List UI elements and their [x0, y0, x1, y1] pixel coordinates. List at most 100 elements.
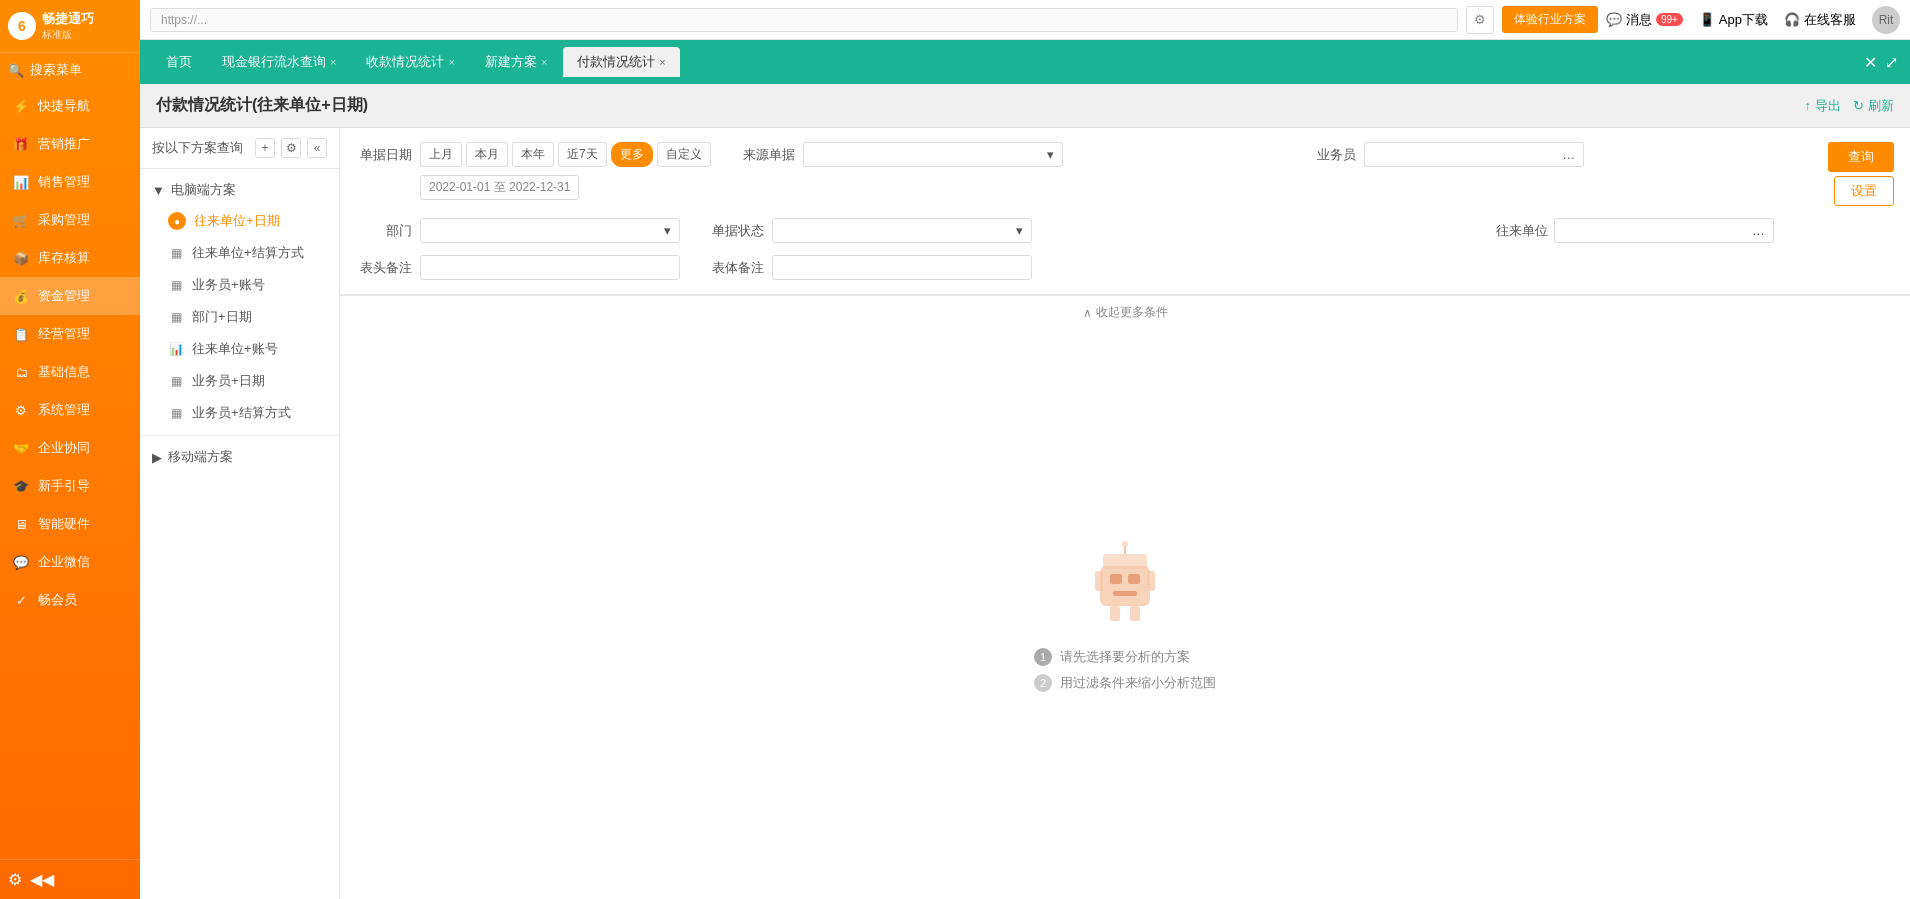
search-menu[interactable]: 🔍 搜索菜单	[0, 53, 140, 87]
sidebar-item-label: 系统管理	[38, 401, 90, 419]
scheme-settings-btn[interactable]: ⚙	[281, 138, 301, 158]
sidebar-item-purchase[interactable]: 🛒 采购管理	[0, 201, 140, 239]
collapse-scheme-btn[interactable]: «	[307, 138, 327, 158]
refresh-btn[interactable]: ↻ 刷新	[1853, 97, 1894, 115]
dept-select[interactable]: ▾	[420, 218, 680, 243]
tab-bank-flow[interactable]: 现金银行流水查询 ×	[208, 47, 350, 77]
date-7days-btn[interactable]: 近7天	[558, 142, 607, 167]
sidebar-item-hardware[interactable]: 🖥 智能硬件	[0, 505, 140, 543]
search-label: 搜索菜单	[30, 61, 82, 79]
scheme-partner-settlement[interactable]: ▦ 往来单位+结算方式	[140, 237, 339, 269]
sidebar-logo: 6 畅捷通巧 标准版	[0, 0, 140, 53]
sidebar-nav: ⚡ 快捷导航 🎁 营销推广 📊 销售管理 🛒 采购管理 📦 库存核算 💰 资金管…	[0, 87, 140, 859]
tab-receipt-close[interactable]: ×	[448, 56, 454, 68]
date-range-input[interactable]: 2022-01-01 至 2022-12-31	[420, 175, 579, 200]
logo-title: 畅捷通巧	[42, 10, 94, 28]
tab-bank-flow-close[interactable]: ×	[330, 56, 336, 68]
source-select[interactable]: ▾	[803, 142, 1063, 167]
message-icon: 💬	[1606, 12, 1622, 27]
sidebar-collapse-btn[interactable]: ◀◀	[30, 870, 54, 889]
online-service-btn[interactable]: 🎧 在线客服	[1784, 11, 1856, 29]
topbar-settings-btn[interactable]: ⚙	[1466, 6, 1494, 34]
date-last-month-btn[interactable]: 上月	[420, 142, 462, 167]
sidebar-item-inventory[interactable]: 📦 库存核算	[0, 239, 140, 277]
phone-icon: 📱	[1699, 12, 1715, 27]
scheme-salesperson-settlement[interactable]: ▦ 业务员+结算方式	[140, 397, 339, 429]
notifications-btn[interactable]: 💬 消息 99+	[1606, 11, 1683, 29]
desktop-section-title[interactable]: ▼ 电脑端方案	[140, 175, 339, 205]
sidebar-item-quick-nav[interactable]: ⚡ 快捷导航	[0, 87, 140, 125]
operation-icon: 📋	[12, 325, 30, 343]
address-bar[interactable]: https://...	[150, 8, 1458, 32]
empty-tip-2: 2 用过滤条件来缩小分析范围	[1034, 674, 1216, 692]
headset-icon: 🎧	[1784, 12, 1800, 27]
svg-rect-0	[1100, 566, 1150, 606]
date-custom-btn[interactable]: 自定义	[657, 142, 711, 167]
tab-receipt-stats[interactable]: 收款情况统计 ×	[352, 47, 468, 77]
close-tab-btn[interactable]: ✕	[1864, 53, 1877, 72]
scheme-panel-title: 按以下方案查询	[152, 139, 249, 157]
filter-settings-btn[interactable]: 设置	[1834, 176, 1894, 206]
sidebar-item-marketing[interactable]: 🎁 营销推广	[0, 125, 140, 163]
scheme-dept-date[interactable]: ▦ 部门+日期	[140, 301, 339, 333]
body-note-input[interactable]	[772, 255, 1032, 280]
user-avatar[interactable]: Rit	[1872, 6, 1900, 34]
sidebar-item-guide[interactable]: 🎓 新手引导	[0, 467, 140, 505]
sidebar: 6 畅捷通巧 标准版 🔍 搜索菜单 ⚡ 快捷导航 🎁 营销推广 📊 销售管理 🛒…	[0, 0, 140, 899]
svg-rect-7	[1130, 606, 1140, 621]
svg-rect-8	[1103, 554, 1147, 569]
refresh-icon: ↻	[1853, 98, 1864, 113]
scheme-partner-date[interactable]: ● 往来单位+日期	[140, 205, 339, 237]
try-industry-btn[interactable]: 体验行业方案	[1502, 6, 1598, 33]
sidebar-item-capital[interactable]: 💰 资金管理	[0, 277, 140, 315]
collapse-label: 收起更多条件	[1096, 304, 1168, 321]
sidebar-item-label: 经营管理	[38, 325, 90, 343]
tab-home-label: 首页	[166, 53, 192, 71]
scheme-salesperson-date[interactable]: ▦ 业务员+日期	[140, 365, 339, 397]
scheme-partner-account[interactable]: 📊 往来单位+账号	[140, 333, 339, 365]
mobile-section-title[interactable]: ▶ 移动端方案	[140, 442, 339, 472]
export-btn[interactable]: ↑ 导出	[1805, 97, 1842, 115]
maximize-btn[interactable]: ⤢	[1885, 53, 1898, 72]
sidebar-settings-btn[interactable]: ⚙	[8, 870, 22, 889]
scheme-salesperson-account[interactable]: ▦ 业务员+账号	[140, 269, 339, 301]
scheme-icon: ▦	[168, 373, 184, 389]
collapse-more-btn[interactable]: ∧ 收起更多条件	[340, 295, 1910, 329]
tab-home[interactable]: 首页	[152, 47, 206, 77]
sidebar-item-label: 智能硬件	[38, 515, 90, 533]
right-panel: 单据日期 上月 本月 本年 近7天 更多 自定义	[340, 128, 1910, 899]
sidebar-item-member[interactable]: ✓ 畅会员	[0, 581, 140, 619]
sidebar-item-label: 快捷导航	[38, 97, 90, 115]
tab-receipt-stats-label: 收款情况统计	[366, 53, 444, 71]
tip2-num: 2	[1034, 674, 1052, 692]
query-btn[interactable]: 查询	[1828, 142, 1894, 172]
sidebar-item-system[interactable]: ⚙ 系统管理	[0, 391, 140, 429]
voucher-status-select[interactable]: ▾	[772, 218, 1032, 243]
sidebar-item-sales[interactable]: 📊 销售管理	[0, 163, 140, 201]
tab-new-plan-close[interactable]: ×	[541, 56, 547, 68]
sidebar-item-enterprise[interactable]: 🤝 企业协同	[0, 429, 140, 467]
page-header: 付款情况统计(往来单位+日期) ↑ 导出 ↻ 刷新	[140, 84, 1910, 128]
refresh-label: 刷新	[1868, 97, 1894, 115]
ellipsis-icon2: …	[1752, 223, 1765, 238]
tab-payment-stats[interactable]: 付款情况统计 ×	[563, 47, 679, 77]
salesperson-input[interactable]: …	[1364, 142, 1584, 167]
export-icon: ↑	[1805, 98, 1812, 113]
date-more-btn[interactable]: 更多	[611, 142, 653, 167]
date-this-year-btn[interactable]: 本年	[512, 142, 554, 167]
sidebar-item-label: 采购管理	[38, 211, 90, 229]
sidebar-item-operation[interactable]: 📋 经营管理	[0, 315, 140, 353]
hardware-icon: 🖥	[12, 515, 30, 533]
tab-new-plan[interactable]: 新建方案 ×	[471, 47, 561, 77]
header-note-input[interactable]	[420, 255, 680, 280]
add-scheme-btn[interactable]: +	[255, 138, 275, 158]
app-download-btn[interactable]: 📱 App下载	[1699, 11, 1768, 29]
tab-payment-close[interactable]: ×	[659, 56, 665, 68]
sidebar-item-weixin[interactable]: 💬 企业微信	[0, 543, 140, 581]
partner-input[interactable]: …	[1554, 218, 1774, 243]
svg-rect-1	[1110, 574, 1122, 584]
scheme-salesperson-account-label: 业务员+账号	[192, 276, 265, 294]
sidebar-item-basic-info[interactable]: 🗂 基础信息	[0, 353, 140, 391]
date-this-month-btn[interactable]: 本月	[466, 142, 508, 167]
scheme-panel: 按以下方案查询 + ⚙ « ▼ 电脑端方案 ● 往来单位+日期 ▦	[140, 128, 340, 899]
